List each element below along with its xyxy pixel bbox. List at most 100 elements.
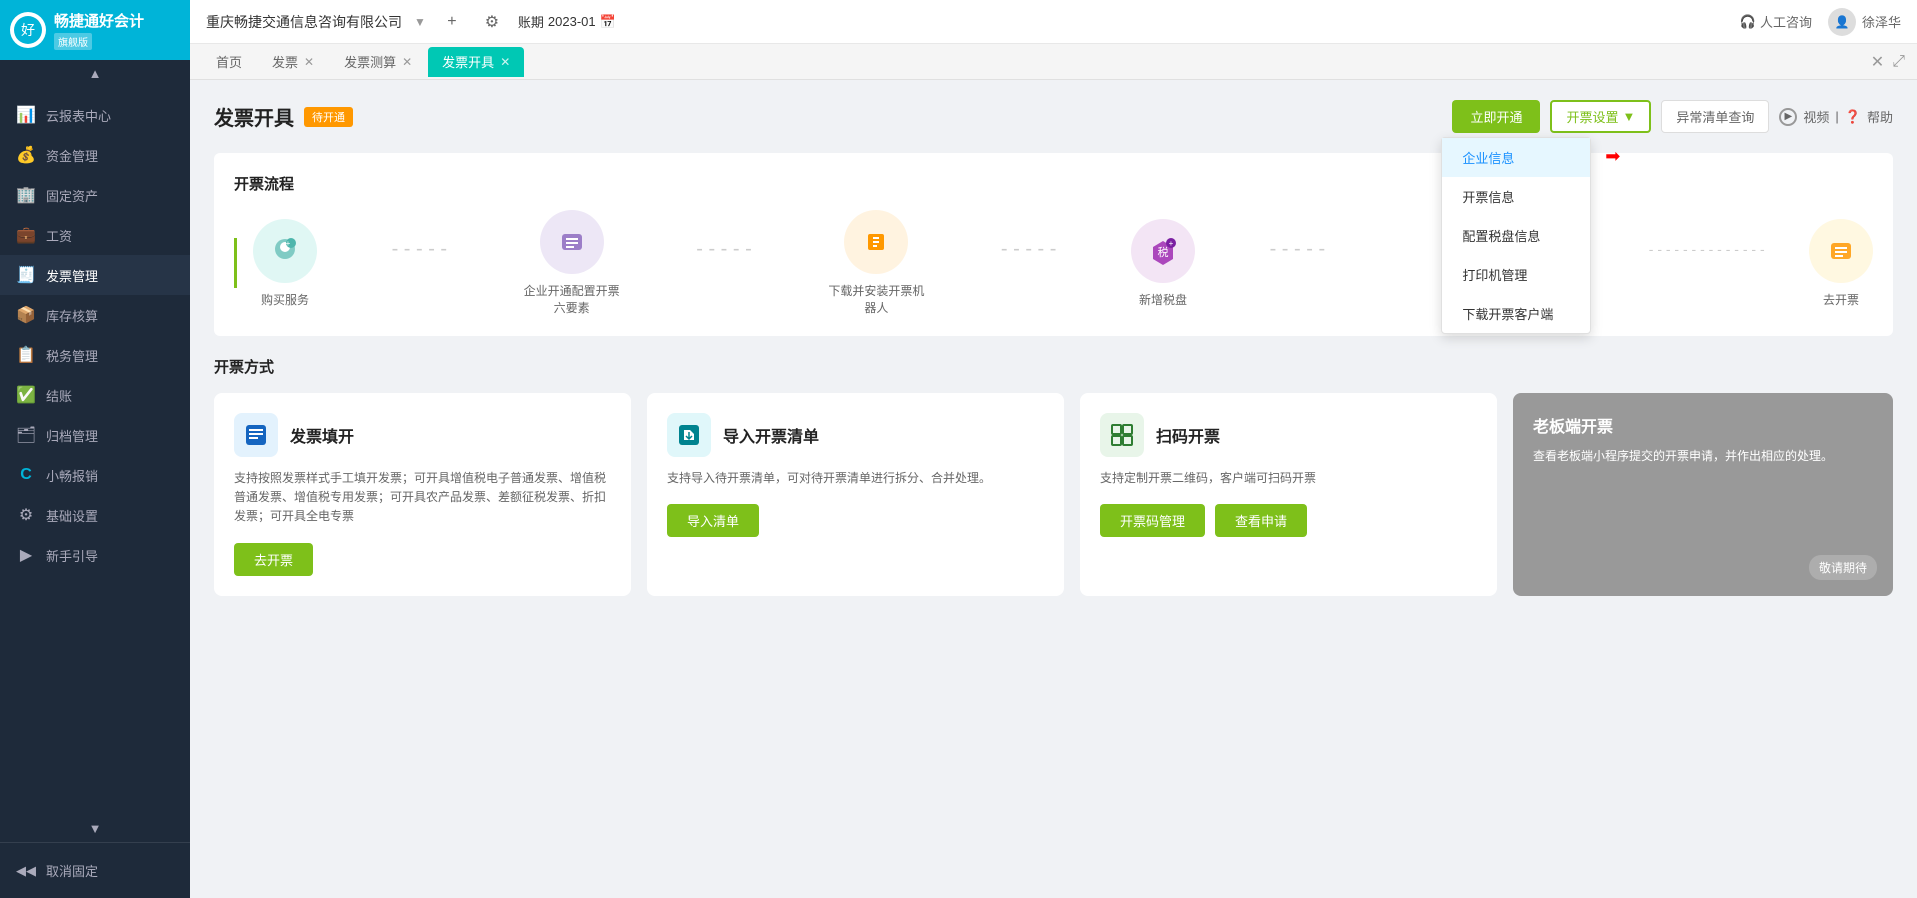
company-name: 重庆畅捷交通信息咨询有限公司: [206, 12, 402, 32]
sidebar-item-xiaochang[interactable]: C 小畅报销: [0, 455, 190, 495]
methods-title: 开票方式: [214, 356, 1893, 377]
maximize-btn[interactable]: ⤢: [1892, 53, 1905, 71]
tab-home[interactable]: 首页: [202, 47, 256, 77]
step3-icon-wrap: [844, 210, 908, 274]
sidebar-item-yunbao[interactable]: 📊 云报表中心: [0, 95, 190, 135]
step5-icon: [1823, 233, 1859, 269]
svg-text:+: +: [1169, 239, 1174, 248]
scroll-down-btn[interactable]: ▼: [0, 815, 190, 842]
settings-btn[interactable]: ⚙: [478, 8, 506, 36]
printer-label: 打印机管理: [1462, 268, 1527, 283]
step-connector-2: - - - - -: [622, 238, 827, 261]
step-connector-extra2: - - - - - - - - - - - - - -: [1604, 241, 1809, 257]
download-client-label: 下载开票客户端: [1462, 307, 1553, 322]
play-icon[interactable]: ▶: [1779, 108, 1797, 126]
tab-fapiao-cesuan[interactable]: 发票测算 ✕: [330, 47, 426, 77]
step1-icon: +: [267, 233, 303, 269]
avatar-icon: 👤: [1835, 15, 1850, 29]
header-actions: 立即开通 开票设置 ▼ 企业信息 开票信息: [1452, 100, 1893, 133]
username: 徐泽华: [1862, 12, 1901, 31]
tab-fapiao-close[interactable]: ✕: [304, 55, 314, 69]
sidebar-item-xinshouyindao[interactable]: ▶ 新手引导: [0, 535, 190, 575]
step5-label: 去开票: [1823, 291, 1859, 308]
method-scan-header: 扫码开票: [1100, 413, 1477, 457]
settings-btn[interactable]: 开票设置 ▼: [1550, 100, 1651, 133]
method-scan-btn2[interactable]: 查看申请: [1215, 504, 1307, 537]
sidebar: 好 畅捷通好会计 旗舰版 ▲ 📊 云报表中心 💰 资金管理 🏢 固定资产 💼: [0, 0, 190, 898]
step3-label: 下载并安装开票机器人: [826, 282, 926, 316]
sidebar-item-zijin[interactable]: 💰 资金管理: [0, 135, 190, 175]
sidebar-item-fapiao[interactable]: 🧾 发票管理: [0, 255, 190, 295]
zijin-icon: 💰: [16, 145, 36, 165]
scan-icon-svg: [1108, 421, 1136, 449]
step1-icon-wrap: +: [253, 219, 317, 283]
activate-btn[interactable]: 立即开通: [1452, 100, 1540, 133]
boss-badge: 敬请期待: [1809, 555, 1877, 580]
tab-cesuan-close[interactable]: ✕: [402, 55, 412, 69]
sidebar-item-kucun[interactable]: 📦 库存核算: [0, 295, 190, 335]
xiaochang-icon: C: [16, 465, 36, 485]
sidebar-item-gongzi[interactable]: 💼 工资: [0, 215, 190, 255]
tabs-bar: 首页 发票 ✕ 发票测算 ✕ 发票开具 ✕ ✕ ⤢: [190, 44, 1917, 80]
method-fill-btn[interactable]: 去开票: [234, 543, 313, 576]
sidebar-item-jiezhang[interactable]: ✅ 结账: [0, 375, 190, 415]
sidebar-item-kucun-label: 库存核算: [46, 306, 98, 325]
cancel-pin-btn[interactable]: ◀◀ 取消固定: [0, 851, 190, 890]
method-import-btn[interactable]: 导入清单: [667, 504, 759, 537]
close-window-btn[interactable]: ✕: [1871, 52, 1884, 72]
tab-kaiju-close[interactable]: ✕: [500, 55, 510, 69]
scroll-up-btn[interactable]: ▲: [0, 60, 190, 87]
tab-home-label: 首页: [216, 52, 242, 71]
company-dropdown-arrow[interactable]: ▼: [414, 15, 426, 29]
settings-btn-label: 开票设置: [1566, 107, 1618, 126]
process-step-1: + 购买服务: [253, 219, 317, 308]
add-company-btn[interactable]: +: [438, 8, 466, 36]
step-connector-1: - - - - -: [317, 238, 522, 261]
method-scan-desc: 支持定制开票二维码，客户端可扫码开票: [1100, 469, 1477, 488]
dropdown-item-download-client[interactable]: 下载开票客户端: [1442, 294, 1590, 333]
step5-icon-wrap: [1809, 219, 1873, 283]
step4-icon-wrap: 税 +: [1131, 219, 1195, 283]
dropdown-item-printer[interactable]: 打印机管理: [1442, 255, 1590, 294]
company-info-label: 企业信息: [1462, 151, 1514, 166]
dropdown-item-invoice-info[interactable]: 开票信息: [1442, 177, 1590, 216]
calendar-icon[interactable]: 📅: [600, 14, 616, 30]
method-card-import: 导入开票清单 支持导入待开票清单，可对待开票清单进行拆分、合并处理。 导入清单: [647, 393, 1064, 596]
process-steps: + 购买服务 - - - - -: [234, 210, 1873, 316]
method-import-desc: 支持导入待开票清单，可对待开票清单进行拆分、合并处理。: [667, 469, 1044, 488]
page-title: 发票开具: [214, 102, 294, 131]
sidebar-item-gudingzichan[interactable]: 🏢 固定资产: [0, 175, 190, 215]
method-scan-btn1[interactable]: 开票码管理: [1100, 504, 1205, 537]
sidebar-item-shuiwu[interactable]: 📋 税务管理: [0, 335, 190, 375]
yunbao-icon: 📊: [16, 105, 36, 125]
dropdown-item-tax-disk[interactable]: 配置税盘信息: [1442, 216, 1590, 255]
invoice-info-label: 开票信息: [1462, 190, 1514, 205]
jiezhang-icon: ✅: [16, 385, 36, 405]
help-icon[interactable]: ❓: [1845, 109, 1861, 125]
guidang-icon: 🗂: [16, 425, 36, 445]
method-import-title: 导入开票清单: [723, 423, 819, 447]
sidebar-item-yunbao-label: 云报表中心: [46, 106, 111, 125]
process-section: 开票流程 +: [214, 153, 1893, 336]
sidebar-item-guidang[interactable]: 🗂 归档管理: [0, 415, 190, 455]
service-btn[interactable]: 🎧 人工咨询: [1740, 12, 1812, 31]
exception-list-btn[interactable]: 异常清单查询: [1661, 100, 1769, 133]
video-label[interactable]: 视频: [1803, 107, 1829, 126]
method-scan-title: 扫码开票: [1156, 423, 1220, 447]
main-area: 重庆畅捷交通信息咨询有限公司 ▼ + ⚙ 账期 2023-01 📅 🎧 人工咨询…: [190, 0, 1917, 898]
methods-section: 开票方式: [214, 356, 1893, 596]
sidebar-item-jichushezhi[interactable]: ⚙ 基础设置: [0, 495, 190, 535]
tab-fapiao[interactable]: 发票 ✕: [258, 47, 328, 77]
sidebar-item-jichushezhi-label: 基础设置: [46, 506, 98, 525]
sidebar-bottom: ◀◀ 取消固定: [0, 842, 190, 898]
help-label[interactable]: 帮助: [1867, 107, 1893, 126]
method-import-header: 导入开票清单: [667, 413, 1044, 457]
user-menu[interactable]: 👤 徐泽华: [1828, 8, 1901, 36]
methods-grid: 发票填开 支持按照发票样式手工填开发票；可开具增值税电子普通发票、增值税普通发票…: [214, 393, 1893, 596]
avatar: 👤: [1828, 8, 1856, 36]
tab-fapiao-kaiju[interactable]: 发票开具 ✕: [428, 47, 524, 77]
method-card-boss: 老板端开票 查看老板端小程序提交的开票申请，并作出相应的处理。 敬请期待: [1513, 393, 1893, 596]
dropdown-item-company-info[interactable]: 企业信息: [1442, 138, 1590, 177]
boss-title: 老板端开票: [1533, 413, 1873, 437]
page-header: 发票开具 待开通 立即开通 开票设置 ▼ 企业信息: [214, 100, 1893, 133]
